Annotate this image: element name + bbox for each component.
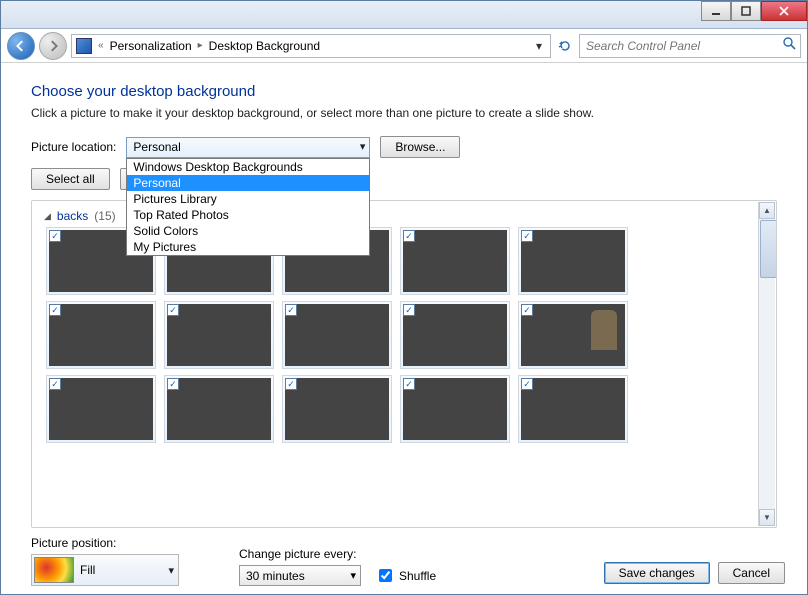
search-icon[interactable] <box>782 36 796 55</box>
wallpaper-thumb[interactable]: ✓ <box>400 227 510 295</box>
titlebar <box>1 1 807 29</box>
minimize-button[interactable] <box>701 1 731 21</box>
thumb-checkbox[interactable]: ✓ <box>521 304 533 316</box>
picture-location-dropdown[interactable]: Windows Desktop Backgrounds Personal Pic… <box>126 158 370 256</box>
thumb-checkbox[interactable]: ✓ <box>521 230 533 242</box>
close-button[interactable] <box>761 1 807 21</box>
picture-location-label: Picture location: <box>31 140 116 154</box>
wallpaper-thumb[interactable]: ✓ <box>518 375 628 443</box>
page-title: Choose your desktop background <box>31 83 777 100</box>
browse-button[interactable]: Browse... <box>380 136 460 158</box>
picture-location-combo[interactable]: Personal <box>126 137 370 158</box>
page-subtitle: Click a picture to make it your desktop … <box>31 106 777 120</box>
thumb-checkbox[interactable]: ✓ <box>403 230 415 242</box>
location-option-solid-colors[interactable]: Solid Colors <box>127 223 369 239</box>
thumb-checkbox[interactable]: ✓ <box>521 378 533 390</box>
shuffle-label: Shuffle <box>399 569 436 583</box>
select-all-button[interactable]: Select all <box>31 168 110 190</box>
wallpaper-image <box>403 304 507 366</box>
thumb-checkbox[interactable]: ✓ <box>167 304 179 316</box>
location-option-wdb[interactable]: Windows Desktop Backgrounds <box>127 159 369 175</box>
picture-position-combo[interactable]: Fill <box>31 554 179 586</box>
thumb-checkbox[interactable]: ✓ <box>167 378 179 390</box>
change-interval-label: Change picture every: <box>239 547 436 561</box>
wallpaper-image <box>521 378 625 440</box>
breadcrumb-item-personalization[interactable]: Personalization <box>110 39 192 53</box>
search-input[interactable] <box>584 38 782 54</box>
picture-location-combo-wrap: Personal Windows Desktop Backgrounds Per… <box>126 137 370 158</box>
wallpaper-image <box>521 304 625 366</box>
wallpaper-thumb[interactable]: ✓ <box>400 301 510 369</box>
thumb-checkbox[interactable]: ✓ <box>285 378 297 390</box>
refresh-icon <box>558 39 572 53</box>
wallpaper-image <box>403 230 507 292</box>
wallpaper-image <box>521 230 625 292</box>
location-option-pictures-library[interactable]: Pictures Library <box>127 191 369 207</box>
thumb-checkbox[interactable]: ✓ <box>403 378 415 390</box>
wallpaper-image <box>167 378 271 440</box>
change-interval-value: 30 minutes <box>246 569 305 583</box>
thumb-checkbox[interactable]: ✓ <box>49 378 61 390</box>
wallpaper-image <box>49 304 153 366</box>
collapse-triangle-icon[interactable]: ◢ <box>44 211 51 222</box>
nav-bar: « Personalization ▸ Desktop Background ▾ <box>1 29 807 63</box>
wallpaper-image <box>403 378 507 440</box>
breadcrumb[interactable]: « Personalization ▸ Desktop Background ▾ <box>71 34 551 58</box>
wallpaper-image <box>285 378 389 440</box>
wallpaper-image <box>49 378 153 440</box>
location-option-top-rated[interactable]: Top Rated Photos <box>127 207 369 223</box>
control-panel-icon <box>76 38 92 54</box>
gallery-grid: ✓ ✓ ✓ ✓ ✓ ✓ ✓ ✓ ✓ ✓ ✓ ✓ ✓ ✓ <box>38 227 774 528</box>
gallery-group-count: (15) <box>94 209 115 223</box>
wallpaper-thumb[interactable]: ✓ <box>282 375 392 443</box>
window-frame: « Personalization ▸ Desktop Background ▾… <box>0 0 808 595</box>
breadcrumb-dropdown[interactable]: ▾ <box>532 39 546 53</box>
wallpaper-thumb[interactable]: ✓ <box>282 301 392 369</box>
location-option-personal[interactable]: Personal <box>127 175 369 191</box>
wallpaper-thumb[interactable]: ✓ <box>164 301 274 369</box>
chevron-right-icon: ▸ <box>198 40 203 51</box>
thumb-checkbox[interactable]: ✓ <box>285 304 297 316</box>
breadcrumb-item-desktop-background[interactable]: Desktop Background <box>209 39 320 53</box>
shuffle-control[interactable]: Shuffle <box>375 566 436 585</box>
picture-position-label: Picture position: <box>31 536 179 550</box>
shuffle-checkbox[interactable] <box>379 569 392 582</box>
wallpaper-image <box>285 304 389 366</box>
wallpaper-thumb[interactable]: ✓ <box>46 375 156 443</box>
cancel-button[interactable]: Cancel <box>718 562 785 584</box>
wallpaper-thumb[interactable]: ✓ <box>518 227 628 295</box>
wallpaper-thumb[interactable]: ✓ <box>400 375 510 443</box>
refresh-button[interactable] <box>555 36 575 56</box>
content-area: Choose your desktop background Click a p… <box>1 65 807 594</box>
wallpaper-image <box>167 304 271 366</box>
wallpaper-thumb[interactable]: ✓ <box>164 375 274 443</box>
maximize-button[interactable] <box>731 1 761 21</box>
save-changes-button[interactable]: Save changes <box>604 562 710 584</box>
thumb-checkbox[interactable]: ✓ <box>49 304 61 316</box>
back-button[interactable] <box>7 32 35 60</box>
scroll-up-button[interactable]: ▲ <box>759 202 775 219</box>
location-option-my-pictures[interactable]: My Pictures <box>127 239 369 255</box>
gallery-scrollbar[interactable]: ▲ ▼ <box>758 202 775 526</box>
breadcrumb-prefix: « <box>98 40 104 51</box>
position-preview-icon <box>34 557 74 583</box>
change-interval-combo[interactable]: 30 minutes <box>239 565 361 586</box>
scroll-thumb[interactable] <box>760 220 777 278</box>
forward-button[interactable] <box>39 32 67 60</box>
picture-location-value: Personal <box>133 140 180 154</box>
gallery-group-name: backs <box>57 209 88 223</box>
scroll-down-button[interactable]: ▼ <box>759 509 775 526</box>
thumb-checkbox[interactable]: ✓ <box>49 230 61 242</box>
wallpaper-thumb[interactable]: ✓ <box>46 301 156 369</box>
wallpaper-thumb[interactable]: ✓ <box>518 301 628 369</box>
picture-position-value: Fill <box>80 563 95 577</box>
thumb-checkbox[interactable]: ✓ <box>403 304 415 316</box>
search-box[interactable] <box>579 34 801 58</box>
